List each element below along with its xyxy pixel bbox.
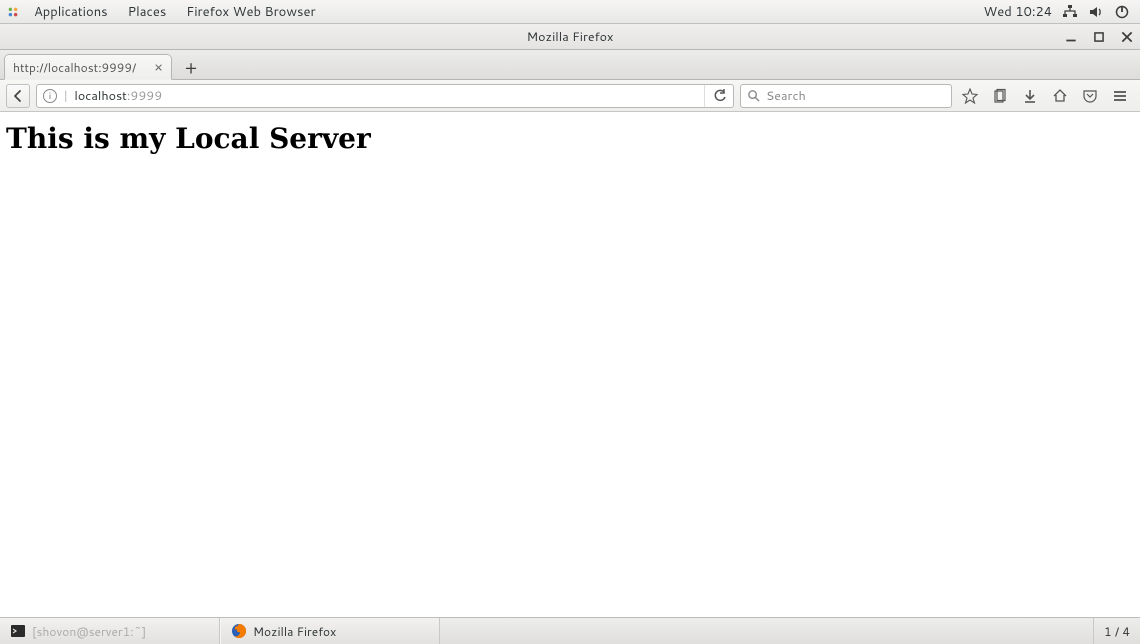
workspace-label: 1 / 4 [1104,623,1130,640]
browser-tab[interactable]: http://localhost:9999/ × [4,54,172,80]
window-close-button[interactable] [1120,30,1134,44]
taskbar-item-terminal[interactable]: [shovon@server1:~] [0,618,220,644]
tab-title-label: http://localhost:9999/ [13,59,136,76]
window-title-label: Mozilla Firefox [527,28,614,46]
tab-close-button[interactable]: × [154,57,163,77]
page-content: This is my Local Server [0,112,1140,617]
applications-menu[interactable]: Applications [24,0,118,24]
pocket-icon[interactable] [1082,88,1098,104]
taskbar-item-firefox[interactable]: Mozilla Firefox [220,618,440,644]
page-heading: This is my Local Server [6,122,1134,155]
volume-icon[interactable] [1088,4,1104,20]
hamburger-menu-icon[interactable] [1112,88,1128,104]
taskbar-item-firefox-label: Mozilla Firefox [253,623,336,640]
places-menu-label: Places [128,3,167,21]
library-icon[interactable] [992,88,1008,104]
site-info-icon[interactable]: i [43,89,57,103]
window-minimize-button[interactable] [1064,30,1078,44]
downloads-icon[interactable] [1022,88,1038,104]
url-bar[interactable]: i | localhost:9999 [36,84,734,108]
url-text: localhost:9999 [74,87,162,105]
back-button[interactable] [6,84,30,108]
search-bar[interactable] [740,84,952,108]
network-icon[interactable] [1062,4,1078,20]
applications-menu-label: Applications [34,3,108,21]
separator: | [63,87,68,105]
search-input[interactable] [766,87,945,105]
new-tab-button[interactable]: + [178,55,204,79]
browser-tab-strip: http://localhost:9999/ × + [0,50,1140,80]
url-port: :9999 [127,87,162,105]
desktop-top-panel: Applications Places Firefox Web Browser … [0,0,1140,24]
workspace-indicator[interactable]: 1 / 4 [1093,618,1140,644]
places-menu[interactable]: Places [118,0,177,24]
search-icon [747,89,760,102]
home-icon[interactable] [1052,88,1068,104]
window-titlebar: Mozilla Firefox [0,24,1140,50]
clock-label[interactable]: Wed 10:24 [984,3,1052,21]
url-host: localhost [74,87,127,105]
reload-button[interactable] [704,85,727,107]
current-app-label: Firefox Web Browser [186,3,315,21]
taskbar-item-terminal-label: [shovon@server1:~] [32,623,146,640]
bookmark-star-icon[interactable] [962,88,978,104]
browser-nav-bar: i | localhost:9999 [0,80,1140,112]
firefox-icon [231,623,247,639]
current-app-indicator[interactable]: Firefox Web Browser [176,0,325,24]
activities-logo-icon [6,5,20,19]
terminal-icon [10,623,26,639]
window-maximize-button[interactable] [1092,30,1106,44]
desktop-bottom-panel: [shovon@server1:~] Mozilla Firefox 1 / 4 [0,617,1140,644]
power-icon[interactable] [1114,4,1130,20]
